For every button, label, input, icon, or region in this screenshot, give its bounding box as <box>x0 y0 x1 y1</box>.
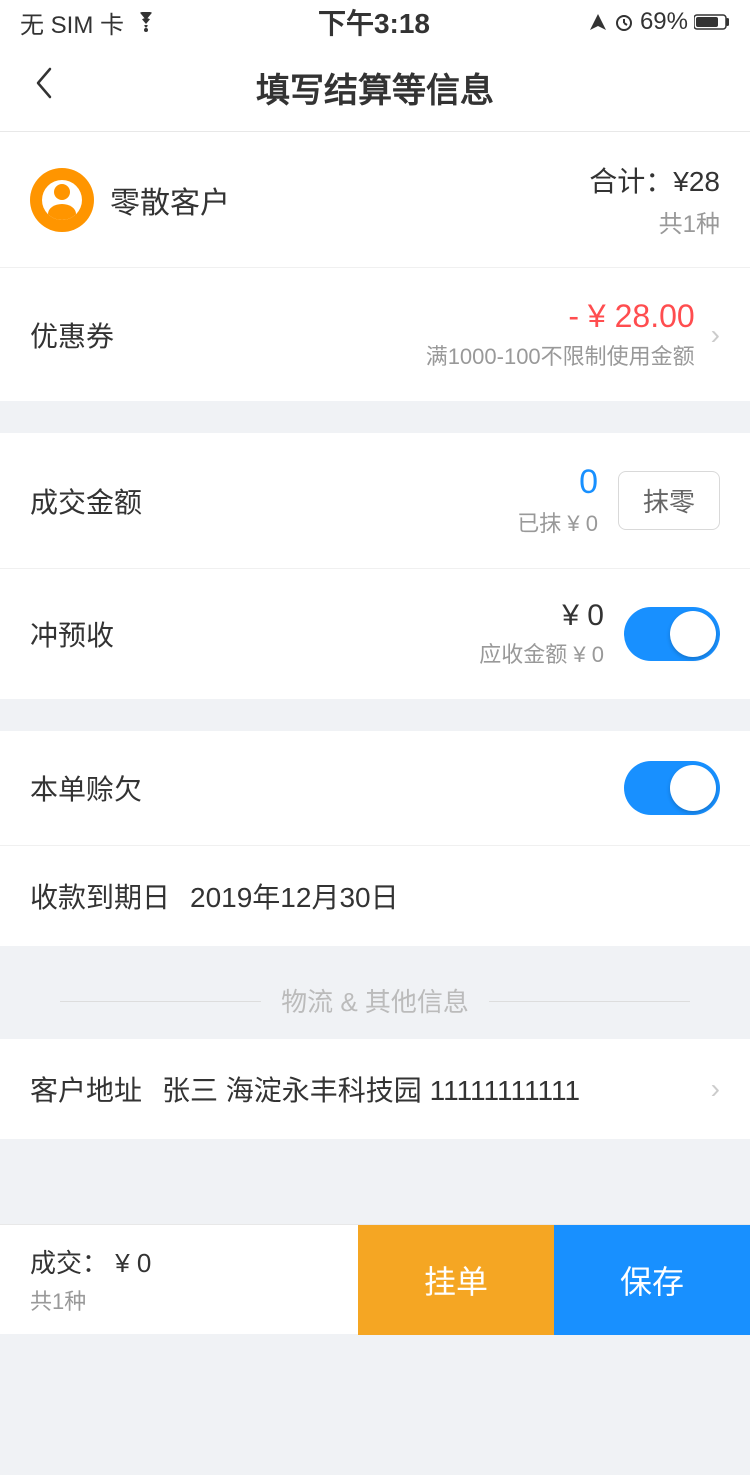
nav-bar: 填写结算等信息 <box>0 44 750 132</box>
address-section: 客户地址 张三 海淀永丰科技园 11111111111 › <box>0 1039 750 1139</box>
customer-info: 零散客户 <box>30 168 230 232</box>
back-button[interactable] <box>24 55 64 120</box>
due-date-content: 收款到期日 2019年12月30日 <box>30 876 720 916</box>
due-date-value: 2019年12月30日 <box>190 876 399 916</box>
status-bar: 无 SIM 卡 下午3:18 69% <box>0 0 750 44</box>
transaction-row: 成交金额 0 已抹 ¥ 0 抹零 <box>0 433 750 569</box>
customer-row: 零散客户 合计：¥28 共1种 <box>0 132 750 267</box>
transaction-right: 0 已抹 ¥ 0 抹零 <box>517 463 720 538</box>
debt-row: 本单赊欠 <box>0 731 750 845</box>
transaction-value: 0 <box>517 463 598 502</box>
advance-pay-toggle[interactable] <box>624 607 720 661</box>
address-label: 客户地址 <box>30 1069 142 1109</box>
location-icon <box>588 12 608 32</box>
coupon-value-area: - ¥ 28.00 满1000-100不限制使用金额 <box>426 298 695 371</box>
customer-total: 合计：¥28 共1种 <box>589 160 720 239</box>
logistics-divider: 物流 & 其他信息 <box>0 962 750 1039</box>
divider-2 <box>0 715 750 731</box>
battery-text: 69% <box>640 8 688 36</box>
bottom-left-info: 成交： ¥ 0 共1种 <box>0 1243 358 1316</box>
transaction-section: 成交金额 0 已抹 ¥ 0 抹零 冲预收 ¥ 0 应收金额 ¥ 0 <box>0 433 750 699</box>
advance-receivable: 应收金额 ¥ 0 <box>479 637 604 669</box>
customer-name: 零散客户 <box>110 178 230 222</box>
coupon-note: 满1000-100不限制使用金额 <box>426 339 695 371</box>
bottom-transaction-value: ¥ 0 <box>115 1248 151 1278</box>
advance-pay-label: 冲预收 <box>30 614 114 654</box>
coupon-right: - ¥ 28.00 满1000-100不限制使用金额 › <box>426 298 720 371</box>
bottom-transaction-label: 成交： <box>30 1248 108 1278</box>
page-title: 填写结算等信息 <box>256 63 494 112</box>
avatar-icon <box>42 180 82 220</box>
debt-label: 本单赊欠 <box>30 768 142 808</box>
advance-amount: ¥ 0 <box>479 599 604 633</box>
total-count: 共1种 <box>589 204 720 239</box>
address-row[interactable]: 客户地址 张三 海淀永丰科技园 11111111111 › <box>0 1039 750 1139</box>
debt-section: 本单赊欠 收款到期日 2019年12月30日 <box>0 731 750 946</box>
due-date-row: 收款到期日 2019年12月30日 <box>0 845 750 946</box>
customer-section: 零散客户 合计：¥28 共1种 优惠券 - ¥ 28.00 满1000-100不… <box>0 132 750 401</box>
address-value: 张三 海淀永丰科技园 11111111111 <box>162 1069 580 1109</box>
advance-right: ¥ 0 应收金额 ¥ 0 <box>479 599 720 669</box>
bottom-count: 共1种 <box>30 1284 328 1316</box>
coupon-row[interactable]: 优惠券 - ¥ 28.00 满1000-100不限制使用金额 › <box>0 267 750 401</box>
address-left: 客户地址 张三 海淀永丰科技园 11111111111 <box>30 1069 580 1109</box>
pending-button[interactable]: 挂单 <box>358 1225 554 1335</box>
alarm-icon <box>614 12 634 32</box>
bottom-transaction-info: 成交： ¥ 0 <box>30 1243 328 1280</box>
transaction-label: 成交金额 <box>30 481 142 521</box>
status-left: 无 SIM 卡 <box>20 5 160 40</box>
coupon-amount: - ¥ 28.00 <box>426 298 695 335</box>
customer-avatar <box>30 168 94 232</box>
bottom-bar: 成交： ¥ 0 共1种 挂单 保存 <box>0 1224 750 1334</box>
save-button[interactable]: 保存 <box>554 1225 750 1335</box>
divider-1 <box>0 417 750 433</box>
transaction-amount-area: 0 已抹 ¥ 0 <box>517 463 598 538</box>
due-date-label: 收款到期日 <box>30 876 170 916</box>
signal-text: 无 SIM 卡 <box>20 5 124 40</box>
battery-icon <box>694 13 730 31</box>
logistics-label: 物流 & 其他信息 <box>261 987 489 1017</box>
address-chevron-icon: › <box>711 1073 720 1105</box>
coupon-label: 优惠券 <box>30 315 114 355</box>
status-time: 下午3:18 <box>318 2 430 42</box>
total-amount: 合计：¥28 <box>589 160 720 200</box>
advance-amount-area: ¥ 0 应收金额 ¥ 0 <box>479 599 604 669</box>
debt-toggle[interactable] <box>624 761 720 815</box>
status-right: 69% <box>588 8 730 36</box>
round-off-button[interactable]: 抹零 <box>618 471 720 530</box>
transaction-sub: 已抹 ¥ 0 <box>517 506 598 538</box>
advance-pay-row: 冲预收 ¥ 0 应收金额 ¥ 0 <box>0 569 750 699</box>
coupon-chevron-icon: › <box>711 319 720 351</box>
wifi-icon <box>132 12 160 32</box>
